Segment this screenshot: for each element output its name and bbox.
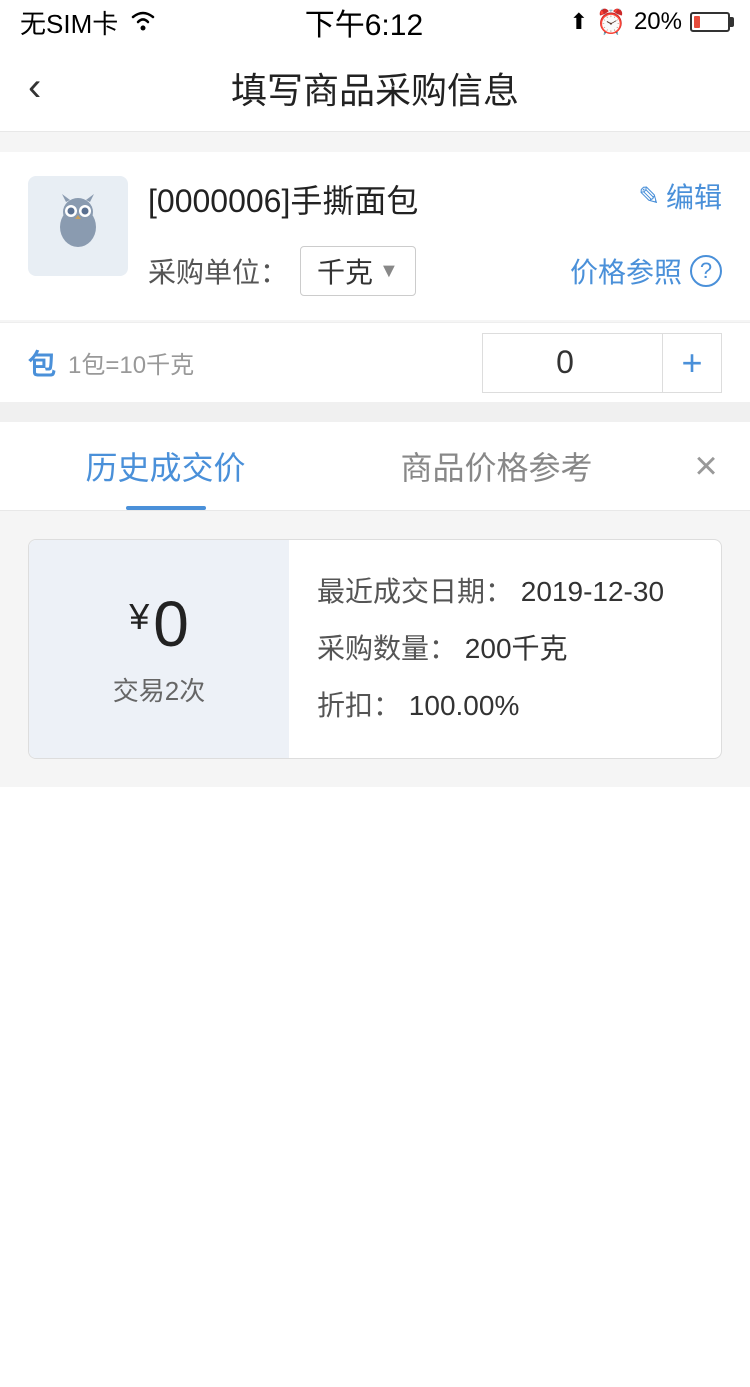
tab-history-price[interactable]: 历史成交价 <box>0 422 331 510</box>
help-icon: ? <box>690 255 722 287</box>
status-right-icons: ⬆ ⏰ 20% <box>570 8 730 37</box>
product-card: [0000006]手撕面包 ✎ 编辑 采购单位： 千克 ▼ 价格参照 ? <box>0 152 750 320</box>
recent-date-row: 最近成交日期： 2019-12-30 <box>317 572 693 611</box>
product-thumbnail <box>28 176 128 276</box>
quantity-label: 包 1包=10千克 <box>28 343 482 383</box>
page-bottom <box>0 787 750 1387</box>
recent-date-value: 2019-12-30 <box>521 576 664 607</box>
discount-value: 100.00% <box>409 690 520 721</box>
price-ref-label: 价格参照 <box>570 251 682 291</box>
back-button[interactable]: ‹ <box>28 65 41 110</box>
carrier-text: 无SIM卡 <box>20 4 118 41</box>
bag-unit-label: 包 <box>28 343 56 383</box>
history-card: ¥ 0 交易2次 最近成交日期： 2019-12-30 采购数量： 200千克 … <box>28 539 722 759</box>
edit-label: 编辑 <box>666 176 722 216</box>
tab-active-indicator <box>126 506 206 510</box>
battery-percent: 20% <box>634 8 682 36</box>
unit-arrow-icon: ▼ <box>379 260 399 283</box>
conversion-label: 1包=10千克 <box>68 345 194 380</box>
battery-icon <box>690 12 730 32</box>
price-display: ¥ 0 <box>129 589 189 659</box>
section-divider <box>0 402 750 422</box>
purchase-qty-row: 采购数量： 200千克 <box>317 629 693 668</box>
location-icon: ⬆ <box>570 9 588 35</box>
price-reference-button[interactable]: 价格参照 ? <box>570 251 722 291</box>
status-bar: 无SIM卡 下午6:12 ⬆ ⏰ 20% <box>0 0 750 44</box>
product-top-row: [0000006]手撕面包 ✎ 编辑 <box>148 176 722 222</box>
product-icon <box>48 192 108 261</box>
unit-select[interactable]: 千克 ▼ <box>300 246 416 296</box>
currency-symbol: ¥ <box>129 597 149 637</box>
trade-count: 交易2次 <box>113 671 205 708</box>
alarm-icon: ⏰ <box>596 8 626 37</box>
quantity-row: 包 1包=10千克 + <box>0 322 750 402</box>
page-title: 填写商品采购信息 <box>231 62 519 114</box>
product-bottom-row: 采购单位： 千克 ▼ 价格参照 ? <box>148 246 722 296</box>
unit-value: 千克 <box>317 251 373 291</box>
tab-price-ref-label: 商品价格参考 <box>400 443 592 489</box>
tab-close-button[interactable]: × <box>662 422 750 510</box>
purchase-qty-value: 200千克 <box>465 633 568 664</box>
status-time: 下午6:12 <box>305 0 423 44</box>
recent-date-label: 最近成交日期： <box>317 576 513 607</box>
card-detail-right: 最近成交日期： 2019-12-30 采购数量： 200千克 折扣： 100.0… <box>289 540 721 758</box>
discount-label: 折扣： <box>317 690 401 721</box>
price-value: 0 <box>153 589 189 659</box>
quantity-input[interactable] <box>482 333 662 393</box>
tab-price-reference[interactable]: 商品价格参考 <box>331 422 662 510</box>
purchase-qty-label: 采购数量： <box>317 633 457 664</box>
unit-label: 采购单位： <box>148 251 288 291</box>
history-section: ¥ 0 交易2次 最近成交日期： 2019-12-30 采购数量： 200千克 … <box>0 511 750 787</box>
quantity-plus-button[interactable]: + <box>662 333 722 393</box>
tab-bar: 历史成交价 商品价格参考 × <box>0 422 750 511</box>
card-price-left: ¥ 0 交易2次 <box>29 540 289 758</box>
tab-history-label: 历史成交价 <box>85 443 245 489</box>
edit-button[interactable]: ✎ 编辑 <box>638 176 722 216</box>
wifi-icon <box>128 7 158 38</box>
nav-bar: ‹ 填写商品采购信息 <box>0 44 750 132</box>
product-name: [0000006]手撕面包 <box>148 176 418 222</box>
status-carrier: 无SIM卡 <box>20 4 158 41</box>
discount-row: 折扣： 100.00% <box>317 686 693 725</box>
quantity-input-group: + <box>482 333 722 393</box>
unit-row: 采购单位： 千克 ▼ <box>148 246 416 296</box>
product-info: [0000006]手撕面包 ✎ 编辑 采购单位： 千克 ▼ 价格参照 ? <box>148 176 722 296</box>
edit-icon: ✎ <box>638 181 660 212</box>
